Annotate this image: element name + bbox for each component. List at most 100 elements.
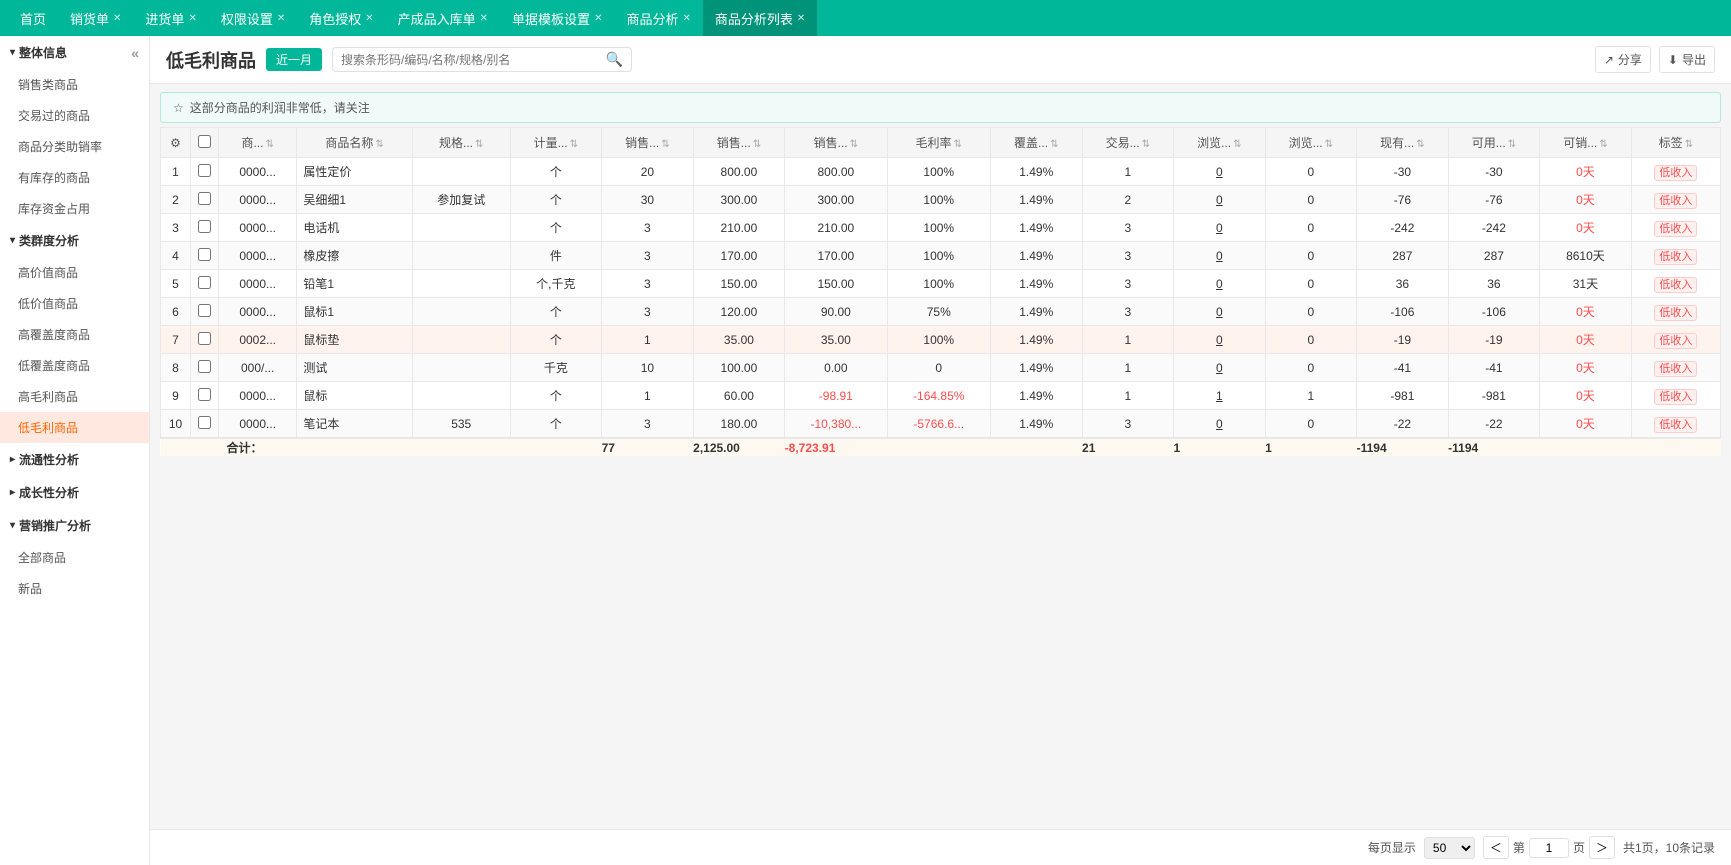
row-checkbox[interactable] [191,354,219,382]
row-view1[interactable]: 0 [1174,186,1266,214]
nav-permissions[interactable]: 权限设置 ✕ [209,0,297,36]
row-view1[interactable]: 0 [1174,270,1266,298]
row-tag: 低收入 [1631,214,1720,242]
page-number-input[interactable] [1529,838,1569,858]
col-margin[interactable]: 毛利率⇅ [887,128,990,158]
row-checkbox[interactable] [191,214,219,242]
col-s2[interactable]: 销售...⇅ [693,128,785,158]
col-s3[interactable]: 销售...⇅ [785,128,887,158]
sidebar-item-new-goods[interactable]: 新品 [0,573,149,604]
close-icon[interactable]: ✕ [480,13,488,24]
sidebar-group-overall[interactable]: ▾ 整体信息 « [0,36,149,69]
close-icon[interactable]: ✕ [682,13,690,24]
date-filter-button[interactable]: 近一月 [266,48,322,71]
row-checkbox[interactable] [191,186,219,214]
sidebar-item-sales-goods[interactable]: 销售类商品 [0,69,149,100]
sidebar-item-all-goods[interactable]: 全部商品 [0,542,149,573]
sidebar-group-growth[interactable]: ▸ 成长性分析 [0,476,149,509]
col-cover[interactable]: 覆盖...⇅ [990,128,1082,158]
nav-template-settings[interactable]: 单据模板设置 ✕ [500,0,614,36]
row-checkbox[interactable] [191,382,219,410]
nav-sales-order[interactable]: 销货单 ✕ [58,0,133,36]
sidebar-item-high-value[interactable]: 高价值商品 [0,257,149,288]
row-checkbox[interactable] [191,410,219,439]
collapse-icon[interactable]: « [131,45,139,61]
row-select-checkbox[interactable] [198,220,211,233]
col-avail[interactable]: 可用...⇅ [1448,128,1540,158]
col-view2[interactable]: 浏览...⇅ [1265,128,1357,158]
nav-product-analysis[interactable]: 商品分析 ✕ [614,0,702,36]
row-view1[interactable]: 0 [1174,214,1266,242]
row-checkbox[interactable] [191,158,219,186]
row-select-checkbox[interactable] [198,360,211,373]
export-button[interactable]: ⬇ 导出 [1659,46,1715,73]
page-label: 第 [1513,839,1525,856]
sidebar-group-circulation[interactable]: ▸ 流通性分析 [0,443,149,476]
col-spec[interactable]: 规格...⇅ [412,128,510,158]
row-select-checkbox[interactable] [198,276,211,289]
row-view1[interactable]: 0 [1174,298,1266,326]
col-name[interactable]: 商品名称⇅ [297,128,413,158]
close-icon[interactable]: ✕ [365,13,373,24]
row-select-checkbox[interactable] [198,388,211,401]
col-unit[interactable]: 计量...⇅ [510,128,602,158]
row-select-checkbox[interactable] [198,332,211,345]
row-view1[interactable]: 0 [1174,410,1266,439]
close-icon[interactable]: ✕ [113,13,121,24]
row-checkbox[interactable] [191,326,219,354]
row-view1[interactable]: 0 [1174,158,1266,186]
per-page-select[interactable]: 50 100 200 [1424,837,1475,859]
sidebar-item-category-rate[interactable]: 商品分类助销率 [0,131,149,162]
row-checkbox[interactable] [191,242,219,270]
next-page-button[interactable]: ＞ [1589,836,1615,859]
close-icon[interactable]: ✕ [594,13,602,24]
row-view1[interactable]: 0 [1174,242,1266,270]
nav-product-entry[interactable]: 产成品入库单 ✕ [386,0,500,36]
sidebar-group-marketing[interactable]: ▾ 营销推广分析 [0,509,149,542]
col-view1[interactable]: 浏览...⇅ [1174,128,1266,158]
close-icon[interactable]: ✕ [188,13,196,24]
sidebar-item-low-coverage[interactable]: 低覆盖度商品 [0,350,149,381]
row-select-checkbox[interactable] [198,192,211,205]
sidebar-group-cluster[interactable]: ▾ 类群度分析 [0,224,149,257]
row-checkbox[interactable] [191,298,219,326]
col-settings[interactable]: ⚙ [161,128,191,158]
search-input[interactable] [341,53,606,67]
row-select-checkbox[interactable] [198,304,211,317]
nav-product-analysis-list[interactable]: 商品分析列表 ✕ [703,0,817,36]
row-view1[interactable]: 0 [1174,326,1266,354]
row-select-checkbox[interactable] [198,416,211,429]
row-no: 10 [161,410,191,439]
row-checkbox[interactable] [191,270,219,298]
col-sale-days[interactable]: 可销...⇅ [1540,128,1632,158]
close-icon[interactable]: ✕ [277,13,285,24]
sidebar-item-high-margin[interactable]: 高毛利商品 [0,381,149,412]
col-tag[interactable]: 标签⇅ [1631,128,1720,158]
sidebar-item-traded-goods[interactable]: 交易过的商品 [0,100,149,131]
sidebar-item-high-coverage[interactable]: 高覆盖度商品 [0,319,149,350]
row-view1[interactable]: 1 [1174,382,1266,410]
col-checkbox[interactable] [191,128,219,158]
sidebar-item-low-margin[interactable]: 低毛利商品 [0,412,149,443]
col-s1[interactable]: 销售...⇅ [602,128,694,158]
row-avail: -242 [1448,214,1540,242]
row-stock: -30 [1357,158,1449,186]
col-stock[interactable]: 现有...⇅ [1357,128,1449,158]
nav-home[interactable]: 首页 [8,0,58,36]
close-icon[interactable]: ✕ [797,13,805,24]
sidebar-item-stock-fund[interactable]: 库存资金占用 [0,193,149,224]
prev-page-button[interactable]: ＜ [1483,836,1509,859]
sidebar-item-low-value[interactable]: 低价值商品 [0,288,149,319]
row-view1[interactable]: 0 [1174,354,1266,382]
search-icon[interactable]: 🔍 [606,51,623,68]
row-select-checkbox[interactable] [198,248,211,261]
nav-role-auth[interactable]: 角色授权 ✕ [297,0,385,36]
select-all-checkbox[interactable] [198,135,211,148]
col-trade[interactable]: 交易...⇅ [1082,128,1174,158]
share-button[interactable]: ↗ 分享 [1595,46,1651,73]
row-avail: 287 [1448,242,1540,270]
nav-purchase-order[interactable]: 进货单 ✕ [133,0,208,36]
sidebar-item-stock-goods[interactable]: 有库存的商品 [0,162,149,193]
row-select-checkbox[interactable] [198,164,211,177]
col-code[interactable]: 商...⇅ [219,128,297,158]
